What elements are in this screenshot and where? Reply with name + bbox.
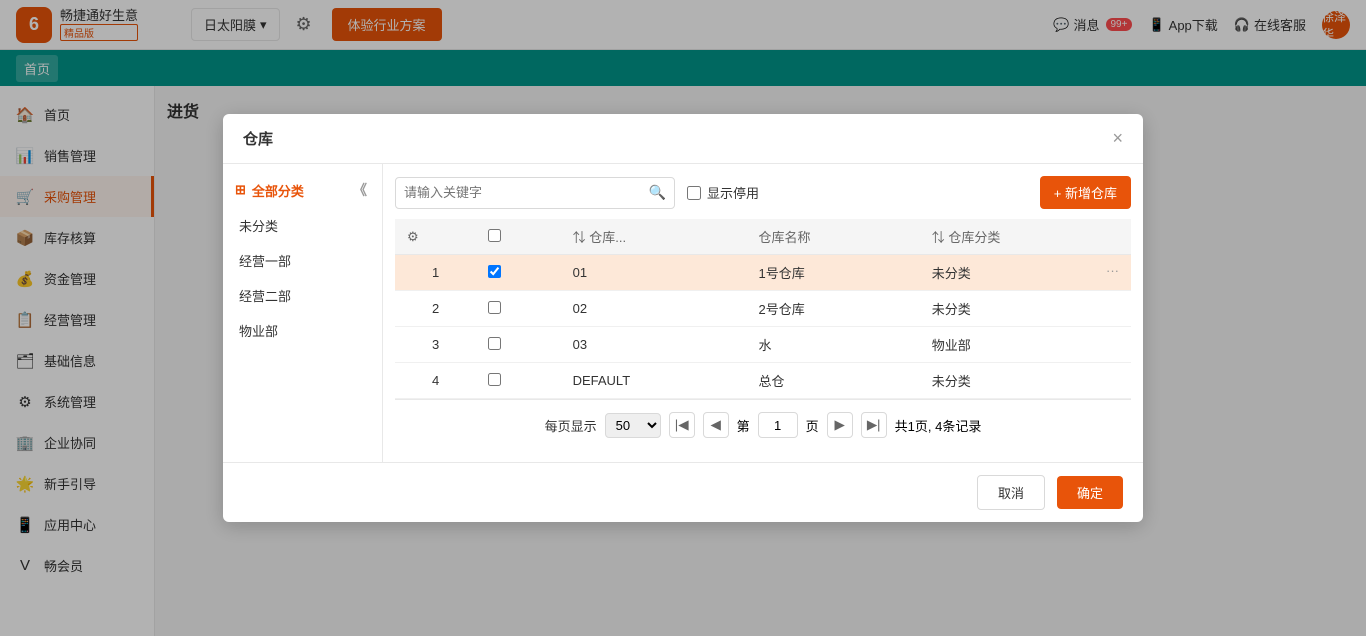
first-page-btn[interactable]: |◀ [669, 412, 695, 438]
table-body: 1 01 1号仓库 未分类 ··· 2 02 2号仓库 未分类 3 03 水 物… [395, 255, 1131, 399]
modal-close-btn[interactable]: × [1112, 128, 1123, 149]
collapse-btn[interactable]: 《 [350, 180, 370, 200]
page-input[interactable] [758, 412, 798, 438]
cat-item-2[interactable]: 经营二部 [223, 278, 382, 313]
row-checkbox[interactable] [476, 327, 560, 363]
add-warehouse-btn[interactable]: + 新增仓库 [1040, 176, 1131, 209]
modal-body: ⊞ 全部分类 《 未分类 经营一部 经营二部 物业部 🔍 [223, 164, 1143, 462]
row-code: 01 [561, 255, 747, 291]
per-page-select[interactable]: 102050100 [605, 413, 661, 438]
all-category-label: 全部分类 [252, 181, 304, 200]
search-icon: 🔍 [649, 184, 666, 201]
sort-icon: ⇅ [573, 230, 586, 245]
col-settings: ⚙ [395, 219, 476, 255]
table-row[interactable]: 2 02 2号仓库 未分类 [395, 291, 1131, 327]
pagination: 每页显示 102050100 |◀ ◀ 第 页 ▶ ▶| 共1页, 4条记录 [395, 399, 1131, 450]
row-checkbox[interactable] [476, 255, 560, 291]
next-page-btn[interactable]: ▶ [827, 412, 853, 438]
cat-item-3[interactable]: 物业部 [223, 313, 382, 348]
col-code: ⇅ 仓库... [561, 219, 747, 255]
page-label: 第 [737, 416, 750, 435]
search-input-wrap[interactable]: 🔍 [395, 177, 675, 209]
table-header: ⚙ ⇅ 仓库... 仓库名称 [395, 219, 1131, 255]
col-category: ⇅ 仓库分类 [920, 219, 1131, 255]
row-code: DEFAULT [561, 363, 747, 399]
show-disabled-checkbox[interactable] [687, 186, 701, 200]
table-toolbar: 🔍 显示停用 + 新增仓库 [395, 176, 1131, 209]
row-checkbox[interactable] [476, 363, 560, 399]
row-category: 物业部 [920, 327, 1131, 363]
table-row[interactable]: 4 DEFAULT 总仓 未分类 [395, 363, 1131, 399]
row-code: 03 [561, 327, 747, 363]
row-num: 3 [395, 327, 476, 363]
row-code: 02 [561, 291, 747, 327]
col-name: 仓库名称 [747, 219, 920, 255]
modal-title: 仓库 [243, 128, 273, 149]
row-name: 总仓 [747, 363, 920, 399]
row-name: 水 [747, 327, 920, 363]
cancel-btn[interactable]: 取消 [977, 475, 1045, 510]
modal-footer: 取消 确定 [223, 462, 1143, 522]
search-input[interactable] [404, 185, 643, 200]
all-category-header[interactable]: ⊞ 全部分类 《 [223, 172, 382, 208]
row-checkbox[interactable] [476, 291, 560, 327]
row-num: 1 [395, 255, 476, 291]
gear-icon: ⚙ [407, 229, 419, 244]
modal-header: 仓库 × [223, 114, 1143, 164]
page-unit: 页 [806, 416, 819, 435]
total-info: 共1页, 4条记录 [895, 416, 982, 435]
row-category: 未分类 [920, 291, 1131, 327]
last-page-btn[interactable]: ▶| [861, 412, 887, 438]
row-num: 2 [395, 291, 476, 327]
warehouse-modal: 仓库 × ⊞ 全部分类 《 未分类 经营一部 经营二部 物业部 [223, 114, 1143, 522]
row-name: 2号仓库 [747, 291, 920, 327]
select-all-checkbox[interactable] [488, 229, 501, 242]
col-checkbox [476, 219, 560, 255]
row-more-btn[interactable]: ··· [1106, 263, 1119, 278]
prev-page-btn[interactable]: ◀ [703, 412, 729, 438]
table-row[interactable]: 1 01 1号仓库 未分类 ··· [395, 255, 1131, 291]
row-category: 未分类 ··· [920, 255, 1131, 291]
cat-item-0[interactable]: 未分类 [223, 208, 382, 243]
show-disabled-label[interactable]: 显示停用 [687, 183, 759, 202]
table-area: 🔍 显示停用 + 新增仓库 ⚙ [383, 164, 1143, 462]
row-name: 1号仓库 [747, 255, 920, 291]
filter-icon: ⇅ [932, 230, 945, 245]
modal-overlay[interactable]: 仓库 × ⊞ 全部分类 《 未分类 经营一部 经营二部 物业部 [0, 0, 1366, 636]
confirm-btn[interactable]: 确定 [1057, 476, 1123, 509]
row-category: 未分类 [920, 363, 1131, 399]
table-row[interactable]: 3 03 水 物业部 [395, 327, 1131, 363]
row-num: 4 [395, 363, 476, 399]
per-page-label: 每页显示 [545, 416, 597, 435]
grid-icon: ⊞ [235, 182, 246, 198]
warehouse-table: ⚙ ⇅ 仓库... 仓库名称 [395, 219, 1131, 399]
cat-item-1[interactable]: 经营一部 [223, 243, 382, 278]
category-sidebar: ⊞ 全部分类 《 未分类 经营一部 经营二部 物业部 [223, 164, 383, 462]
